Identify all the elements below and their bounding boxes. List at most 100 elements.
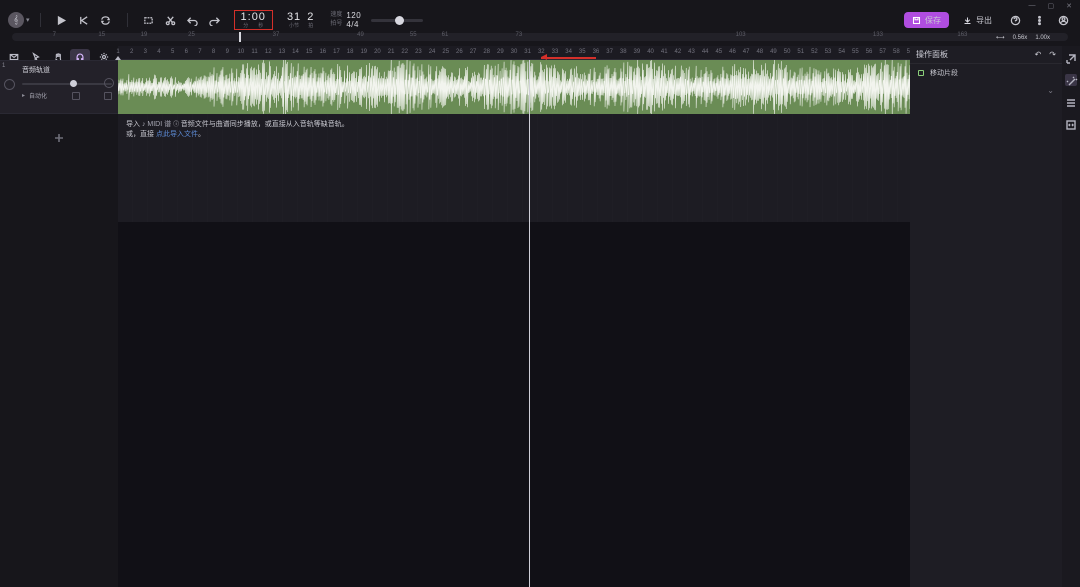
window-maximize[interactable]: ▢ — [1048, 2, 1055, 6]
loop-button[interactable] — [99, 13, 113, 27]
overview-marker: 49 — [357, 32, 364, 38]
tempo-block[interactable]: 速度120 拍号4/4 — [330, 11, 361, 29]
ruler-tick: 17 — [333, 49, 340, 55]
overview-marker: 133 — [873, 32, 883, 38]
operation-panel-title: 操作面板 — [916, 49, 948, 60]
ruler-tick: 10 — [238, 49, 245, 55]
overview-marker: 61 — [442, 32, 449, 38]
magic-wand-icon[interactable] — [1065, 74, 1077, 86]
audio-clip[interactable] — [118, 60, 910, 114]
panel-redo-icon[interactable]: ↷ — [1049, 50, 1056, 59]
top-toolbar: 𝄞 ▾ 1:00 分秒 31小节 2拍 速度120 拍号4/4 保存 — [0, 8, 1080, 32]
ruler-tick: 56 — [866, 49, 873, 55]
window-close[interactable]: ✕ — [1066, 2, 1072, 6]
empty-track-dropzone[interactable]: 导入 ♪ MIDI 谱 ⓘ 音频文件与曲谱同步播放，或直接从入音轨等缺音轨。 或… — [118, 114, 910, 222]
ruler-tick: 45 — [715, 49, 722, 55]
ruler-tick: 13 — [279, 49, 286, 55]
automation-caret-icon[interactable]: ▸ — [22, 92, 25, 99]
master-volume-slider[interactable] — [371, 15, 423, 25]
overview-marker: 103 — [736, 32, 746, 38]
cut-tool-button[interactable] — [164, 13, 178, 27]
play-button[interactable] — [55, 13, 69, 27]
ruler-tick: 37 — [606, 49, 613, 55]
ruler-tick: 50 — [784, 49, 791, 55]
ruler-tick: 21 — [388, 49, 395, 55]
ruler-tick: 55 — [852, 49, 859, 55]
ruler-tick: 53 — [825, 49, 832, 55]
app-menu-caret-icon: ▾ — [26, 16, 30, 24]
ruler-tick: 48 — [756, 49, 763, 55]
bar-ruler[interactable]: 1234567891011121314151617181920212223242… — [118, 46, 910, 60]
zoom-level-2[interactable]: 1.00x — [1033, 35, 1052, 41]
ruler-tick: 25 — [442, 49, 449, 55]
ruler-tick: 11 — [251, 49, 257, 55]
code-panel-icon[interactable] — [1065, 118, 1077, 130]
help-button[interactable] — [1008, 13, 1022, 27]
save-button[interactable]: 保存 — [904, 12, 949, 28]
ruler-tick: 5 — [171, 49, 174, 55]
timeline-empty-area — [118, 222, 910, 587]
ruler-tick: 22 — [401, 49, 408, 55]
playhead[interactable] — [529, 60, 530, 587]
ruler-tick: 51 — [797, 49, 804, 55]
chevron-down-icon[interactable]: ⌄ — [1047, 86, 1054, 95]
ruler-tick: 12 — [265, 49, 272, 55]
ruler-tick: 27 — [470, 49, 477, 55]
ruler-tick: 26 — [456, 49, 463, 55]
annotation-range — [541, 57, 596, 59]
ruler-tick: 8 — [212, 49, 215, 55]
transport-bars[interactable]: 31小节 2拍 — [281, 10, 320, 30]
automation-label[interactable]: 自动化 — [29, 91, 47, 100]
overview-marker: 25 — [188, 32, 195, 38]
track-pan-dial[interactable] — [104, 78, 114, 88]
ruler-tick: 58 — [893, 49, 900, 55]
track-header[interactable]: 1 音频轨道 ▸ 自动化 — [0, 60, 118, 114]
overview-ruler[interactable]: 71519253749556173103133163 — [12, 33, 1068, 41]
track-volume-slider[interactable] — [22, 79, 112, 89]
ruler-tick: 39 — [634, 49, 641, 55]
import-file-link[interactable]: 点此导入文件 — [156, 131, 198, 138]
ruler-tick: 6 — [185, 49, 188, 55]
overview-cursor[interactable] — [239, 32, 241, 42]
overview-marker: 15 — [98, 32, 105, 38]
time-value: 1:00 — [241, 12, 266, 23]
track-mute-button[interactable] — [72, 92, 80, 100]
panel-undo-icon[interactable]: ↶ — [1035, 50, 1042, 59]
window-controls: — ▢ ✕ — [1021, 0, 1080, 8]
app-menu[interactable]: 𝄞 — [8, 12, 24, 28]
track-solo-button[interactable] — [104, 92, 112, 100]
ruler-tick: 44 — [702, 49, 709, 55]
expand-panel-icon[interactable] — [1065, 52, 1077, 64]
skip-start-button[interactable] — [77, 13, 91, 27]
ruler-tick: 57 — [879, 49, 886, 55]
more-menu[interactable] — [1032, 13, 1046, 27]
operation-item[interactable]: 移动片段 — [910, 64, 1062, 82]
operation-panel: 操作面板 ↶ ↷ 移动片段 ⌄ — [910, 46, 1062, 587]
window-minimize[interactable]: — — [1029, 2, 1036, 6]
track-name[interactable]: 音频轨道 — [22, 65, 112, 75]
ruler-tick: 43 — [688, 49, 695, 55]
ruler-tick: 34 — [565, 49, 572, 55]
ruler-tick: 47 — [743, 49, 750, 55]
zoom-level-1[interactable]: 0.56x — [1011, 35, 1030, 41]
ruler-tick: 42 — [675, 49, 682, 55]
account-button[interactable] — [1056, 13, 1070, 27]
ruler-tick: 20 — [374, 49, 381, 55]
ruler-tick: 7 — [198, 49, 201, 55]
track-monitor-button[interactable] — [4, 79, 15, 90]
selection-tool-button[interactable] — [142, 13, 156, 27]
zoom-readout: ⟷ 0.56x 1.00x — [994, 34, 1052, 41]
redo-button[interactable] — [208, 13, 222, 27]
timeline-area[interactable]: 导入 ♪ MIDI 谱 ⓘ 音频文件与曲谱同步播放，或直接从入音轨等缺音轨。 或… — [118, 60, 910, 587]
ruler-tick: 1 — [116, 49, 119, 55]
ruler-tick: 23 — [415, 49, 422, 55]
ruler-tick: 18 — [347, 49, 354, 55]
undo-button[interactable] — [186, 13, 200, 27]
list-panel-icon[interactable] — [1065, 96, 1077, 108]
transport-time[interactable]: 1:00 分秒 — [234, 10, 273, 30]
scroll-icon[interactable]: ⟷ — [994, 34, 1007, 41]
export-button[interactable]: 导出 — [957, 12, 998, 28]
add-track-button[interactable] — [0, 114, 118, 162]
ruler-tick: 36 — [593, 49, 600, 55]
ruler-tick: 38 — [620, 49, 627, 55]
